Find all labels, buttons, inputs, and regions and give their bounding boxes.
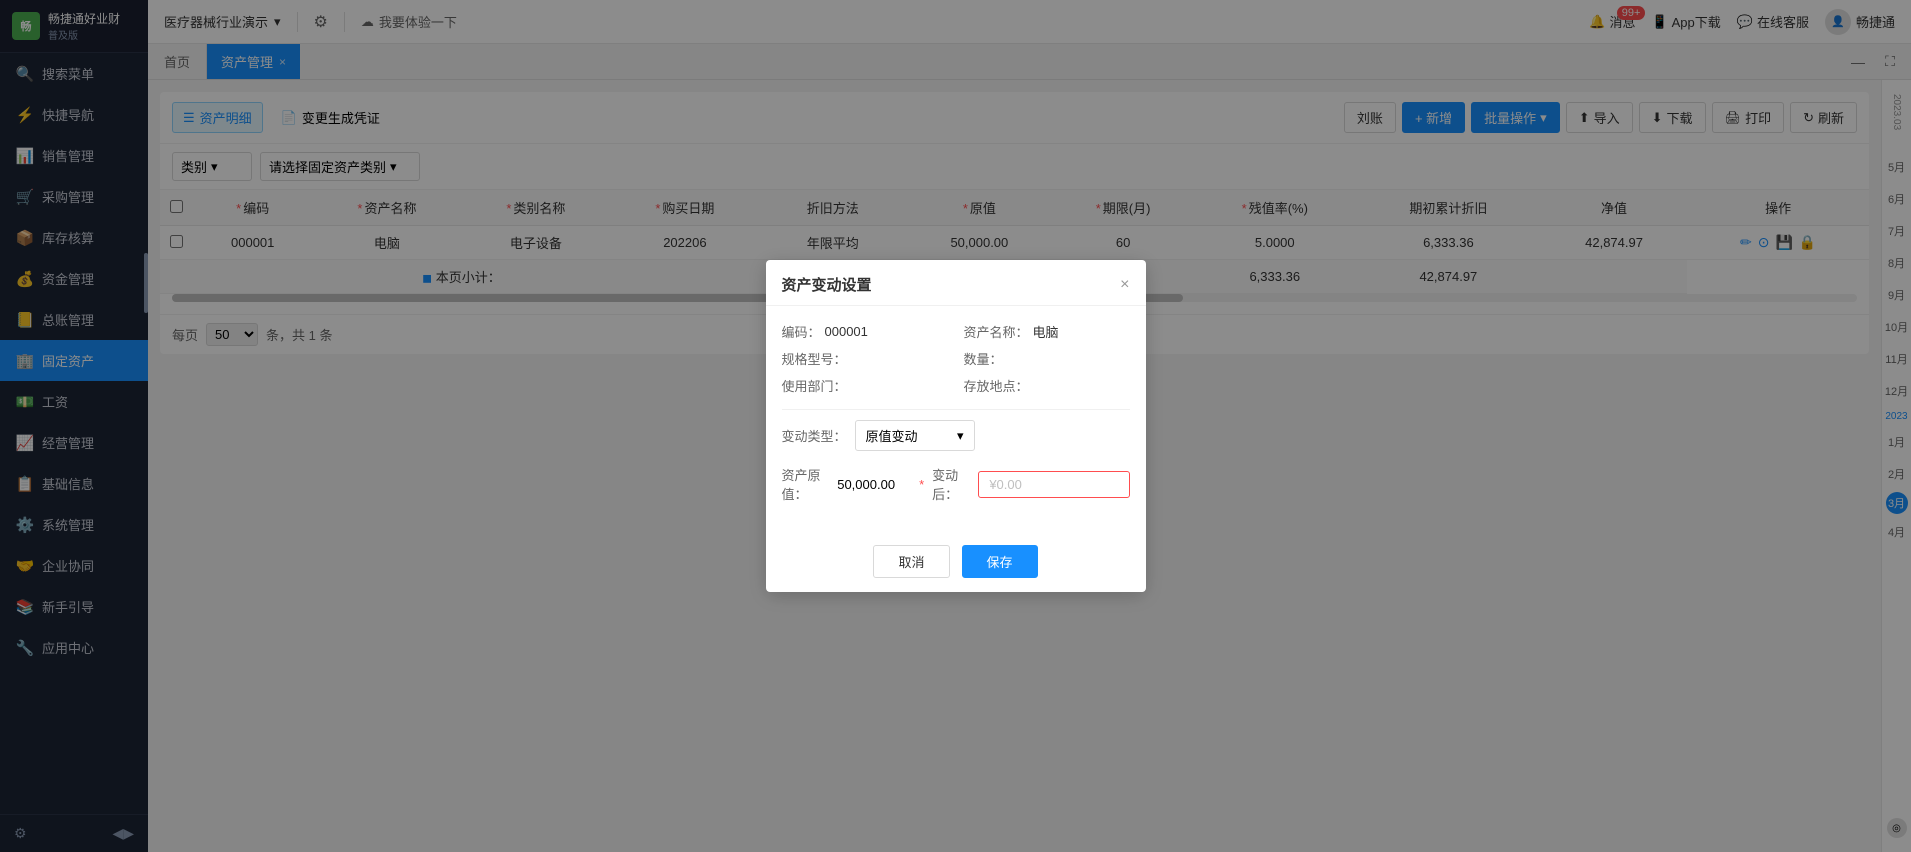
modal-code-value: 000001 xyxy=(825,324,868,339)
modal-quantity-item: 数量： xyxy=(964,349,1130,368)
required-mark: * xyxy=(919,477,924,492)
original-value-display: 50,000.00 xyxy=(837,477,895,492)
modal-name-label: 资产名称： xyxy=(964,322,1029,341)
save-btn[interactable]: 保存 xyxy=(962,545,1038,578)
original-value-field: 资产原值： 50,000.00 * 变动后： xyxy=(782,465,1130,503)
change-type-field: 变动类型： 原值变动 ▾ xyxy=(782,420,1130,451)
change-type-value: 原值变动 xyxy=(866,426,918,445)
modal-code-label: 编码： xyxy=(782,322,821,341)
modal-code-item: 编码： 000001 xyxy=(782,322,948,341)
modal-overlay: 资产变动设置 × 编码： 000001 资产名称： 电脑 规格型号： 数量： xyxy=(0,0,1911,852)
modal-spec-item: 规格型号： xyxy=(782,349,948,368)
save-label: 保存 xyxy=(987,555,1013,570)
modal-location-item: 存放地点： xyxy=(964,376,1130,395)
modal-spec-label: 规格型号： xyxy=(782,349,847,368)
asset-change-modal: 资产变动设置 × 编码： 000001 资产名称： 电脑 规格型号： 数量： xyxy=(766,260,1146,592)
modal-footer: 取消 保存 xyxy=(766,533,1146,592)
cancel-btn[interactable]: 取消 xyxy=(873,545,949,578)
modal-body: 编码： 000001 资产名称： 电脑 规格型号： 数量： 使用部门： xyxy=(766,306,1146,533)
change-type-arrow: ▾ xyxy=(957,428,964,444)
modal-name-item: 资产名称： 电脑 xyxy=(964,322,1130,341)
modal-quantity-label: 数量： xyxy=(964,349,1003,368)
modal-divider xyxy=(782,409,1130,410)
modal-dept-item: 使用部门： xyxy=(782,376,948,395)
change-type-label: 变动类型： xyxy=(782,426,847,445)
modal-info-grid: 编码： 000001 资产名称： 电脑 规格型号： 数量： 使用部门： xyxy=(782,322,1130,395)
modal-dept-label: 使用部门： xyxy=(782,376,847,395)
original-value-label: 资产原值： xyxy=(782,465,830,503)
modal-name-value: 电脑 xyxy=(1033,322,1059,341)
after-change-label: 变动后： xyxy=(932,465,970,503)
modal-location-label: 存放地点： xyxy=(964,376,1029,395)
change-type-select[interactable]: 原值变动 ▾ xyxy=(855,420,975,451)
after-change-input[interactable] xyxy=(978,471,1129,498)
modal-close-btn[interactable]: × xyxy=(1120,276,1129,294)
modal-title: 资产变动设置 xyxy=(782,274,872,295)
modal-header: 资产变动设置 × xyxy=(766,260,1146,306)
cancel-label: 取消 xyxy=(898,555,924,570)
